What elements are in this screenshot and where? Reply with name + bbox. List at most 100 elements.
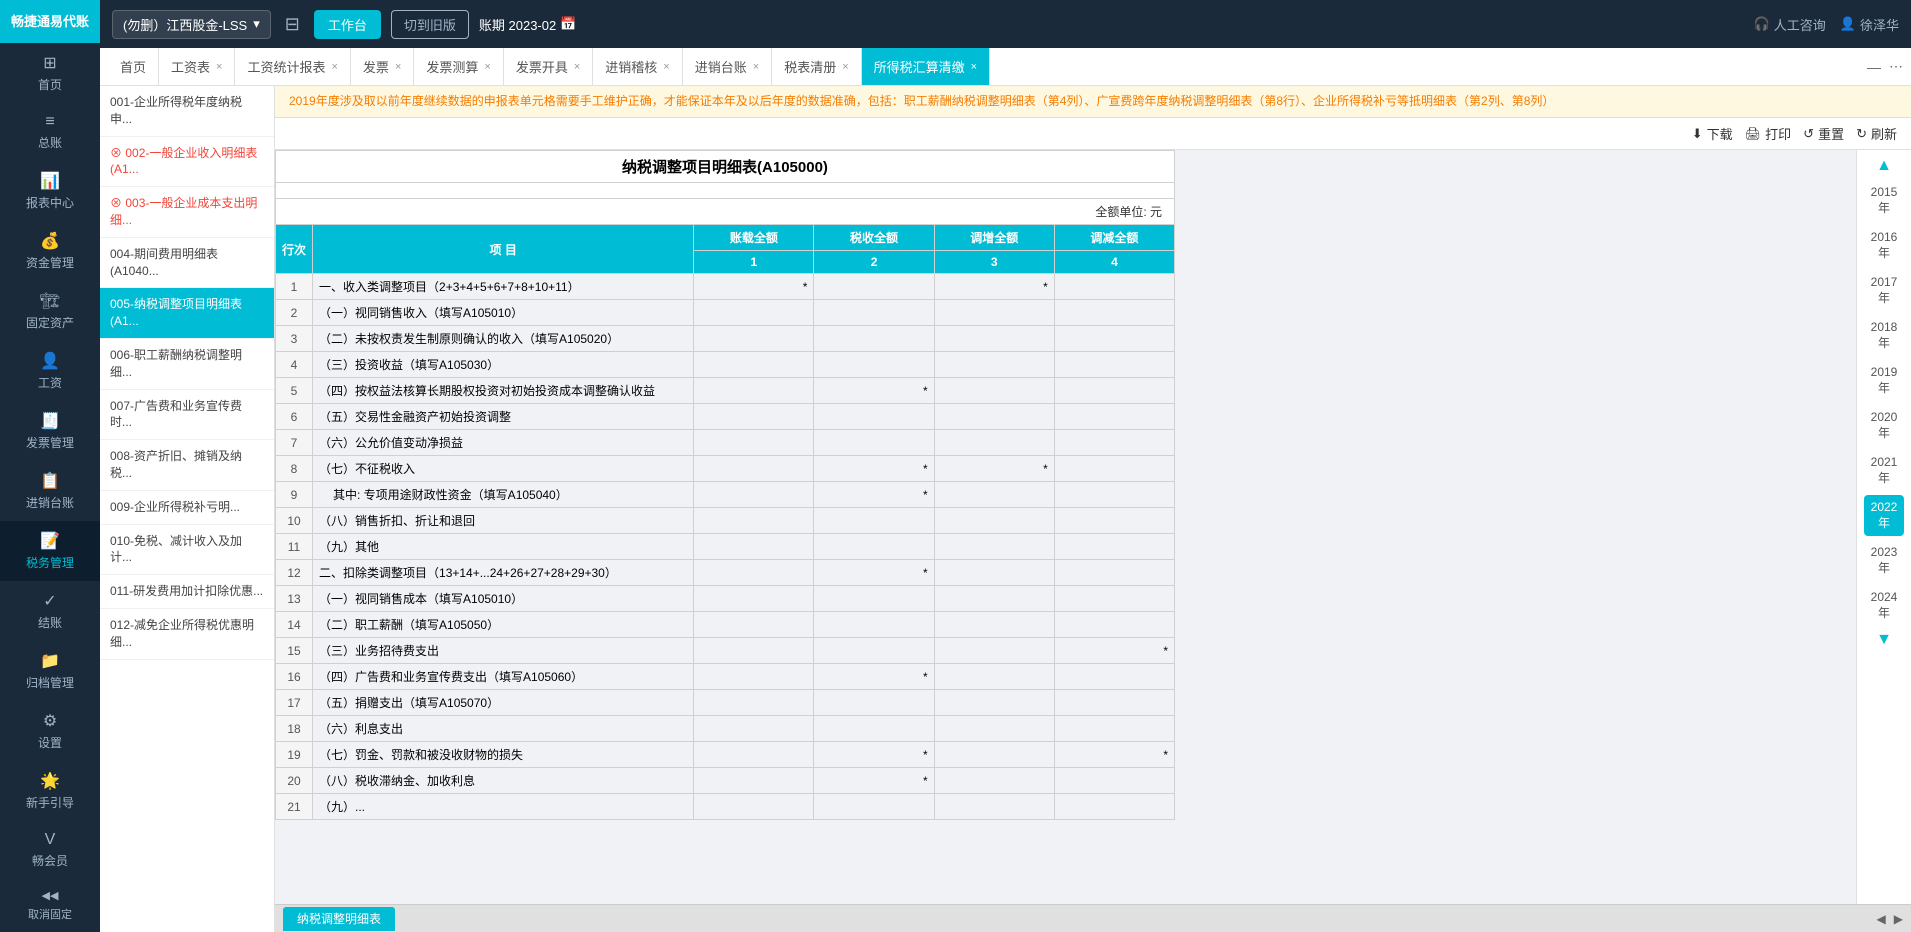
- sidebar-item-close[interactable]: ✓ 结账: [0, 581, 100, 641]
- tab-tax-list-close[interactable]: ×: [842, 61, 848, 73]
- period-label: 账期 2023-02: [479, 15, 556, 34]
- tab-invoice-issue-close[interactable]: ×: [574, 61, 580, 73]
- sidebar-item-invoices[interactable]: 🧾 发票管理: [0, 401, 100, 461]
- year-2023[interactable]: 2023年: [1864, 540, 1904, 581]
- tab-payroll-stats[interactable]: 工资统计报表 ×: [235, 48, 350, 86]
- tab-check-label: 进销稽核: [605, 57, 657, 76]
- col4-header: 调减全额: [1054, 225, 1174, 251]
- company-selector[interactable]: (勿删）江西股金-LSS ▾: [112, 10, 271, 39]
- sidebar-item-settings[interactable]: ⚙ 设置: [0, 701, 100, 761]
- spreadsheet-main[interactable]: 纳税调整项目明细表(A105000) 全额单位: 元 行次: [275, 150, 1856, 904]
- year-2017[interactable]: 2017年: [1864, 270, 1904, 311]
- tab-invoice-calc-close[interactable]: ×: [484, 61, 490, 73]
- sidebar-item-archive[interactable]: 📁 归档管理: [0, 641, 100, 701]
- year-2021[interactable]: 2021年: [1864, 450, 1904, 491]
- support-button[interactable]: 🎧 人工咨询: [1754, 15, 1826, 34]
- year-2019[interactable]: 2019年: [1864, 360, 1904, 401]
- left-panel-item-002[interactable]: ⊗ 002-一般企业收入明细表(A1...: [100, 137, 274, 188]
- col-row-header: 行次: [276, 225, 313, 274]
- print-icon: 🖨: [1745, 126, 1762, 142]
- year-up-button[interactable]: ▲: [1876, 154, 1892, 178]
- col2-header: 税收全额: [814, 225, 934, 251]
- left-panel-item-010[interactable]: 010-免税、减计收入及加计...: [100, 525, 274, 576]
- topbar-right: 🎧 人工咨询 👤 徐泽华: [1754, 15, 1899, 34]
- left-panel-item-012[interactable]: 012-减免企业所得税优惠明细...: [100, 609, 274, 660]
- warning-text: 2019年度涉及取以前年度继续数据的申报表单元格需要手工维护正确，才能保证本年及…: [289, 94, 1554, 108]
- tab-ledger[interactable]: 进销台账 ×: [683, 48, 772, 86]
- sidebar-item-purchase-sales[interactable]: 📋 进销台账: [0, 461, 100, 521]
- left-panel-item-003[interactable]: ⊗ 003-一般企业成本支出明细...: [100, 187, 274, 238]
- tab-ledger-label: 进销台账: [695, 57, 747, 76]
- scroll-right-icon[interactable]: ▶: [1894, 912, 1903, 926]
- sidebar-item-payroll[interactable]: 👤 工资: [0, 341, 100, 401]
- tab-invoice-issue-label: 发票开具: [516, 57, 568, 76]
- left-panel-item-011[interactable]: 011-研发费用加计扣除优惠...: [100, 575, 274, 609]
- left-panel-item-008[interactable]: 008-资产折旧、摊销及纳税...: [100, 440, 274, 491]
- tab-invoice-issue[interactable]: 发票开具 ×: [504, 48, 593, 86]
- sidebar-item-general-ledger[interactable]: ≡ 总账: [0, 103, 100, 161]
- bottom-tab-adjustment[interactable]: 纳税调整明细表: [283, 907, 395, 931]
- sheet-title: 纳税调整项目明细表(A105000): [276, 151, 1175, 183]
- reset-button[interactable]: ↺ 重置: [1803, 124, 1844, 143]
- sidebar-item-fixed-assets[interactable]: 🏗 固定资产: [0, 281, 100, 341]
- tab-payroll-stats-close[interactable]: ×: [331, 61, 337, 73]
- tab-ledger-close[interactable]: ×: [753, 61, 759, 73]
- year-2024[interactable]: 2024年: [1864, 585, 1904, 626]
- tab-more-icon[interactable]: ⋯: [1889, 58, 1903, 75]
- left-panel-item-006[interactable]: 006-职工薪酬纳税调整明细...: [100, 339, 274, 390]
- year-2018[interactable]: 2018年: [1864, 315, 1904, 356]
- tab-invoice-close[interactable]: ×: [395, 61, 401, 73]
- user-menu[interactable]: 👤 徐泽华: [1840, 15, 1899, 34]
- year-2015[interactable]: 2015年: [1864, 180, 1904, 221]
- sidebar-item-guide[interactable]: 🌟 新手引导: [0, 761, 100, 821]
- tab-invoice[interactable]: 发票 ×: [351, 48, 414, 86]
- refresh-button[interactable]: ↻ 刷新: [1856, 124, 1897, 143]
- tab-payroll[interactable]: 工资表 ×: [159, 48, 235, 86]
- table-row: 11 （九）其他: [276, 534, 1175, 560]
- tab-payroll-close[interactable]: ×: [216, 61, 222, 73]
- tab-minimize-icon[interactable]: —: [1867, 59, 1881, 75]
- left-panel-item-004[interactable]: 004-期间费用明细表(A1040...: [100, 238, 274, 289]
- table-row: 3 （二）未按权责发生制原则确认的收入（填写A105020）: [276, 326, 1175, 352]
- tab-tax-list[interactable]: 税表清册 ×: [772, 48, 861, 86]
- ledger-icon: ≡: [45, 113, 54, 131]
- table-row: 21 （九）...: [276, 794, 1175, 820]
- left-panel-item-005[interactable]: 005-纳税调整项目明细表(A1...: [100, 288, 274, 339]
- sidebar-unpin-button[interactable]: ◀◀ 取消固定: [0, 879, 100, 932]
- sidebar-item-tax[interactable]: 📝 税务管理: [0, 521, 100, 581]
- tab-home[interactable]: 首页: [108, 48, 159, 86]
- print-button[interactable]: 🖨 打印: [1745, 124, 1792, 143]
- col3-header: 调增全额: [934, 225, 1054, 251]
- left-panel-item-009[interactable]: 009-企业所得税补亏明...: [100, 491, 274, 525]
- sidebar-item-member[interactable]: V 畅会员: [0, 821, 100, 879]
- left-panel-item-007[interactable]: 007-广告费和业务宣传费时...: [100, 390, 274, 441]
- guide-icon: 🌟: [40, 771, 60, 791]
- switch-old-button[interactable]: 切到旧版: [391, 10, 469, 39]
- tab-tax-settlement-close[interactable]: ×: [971, 61, 977, 73]
- tab-payroll-label: 工资表: [171, 57, 210, 76]
- col-item-header: 项 目: [313, 225, 694, 274]
- sidebar-item-home[interactable]: ⊞ 首页: [0, 43, 100, 103]
- table-unit-row: 全额单位: 元: [276, 199, 1175, 225]
- table-row: 7 （六）公允价值变动净损益: [276, 430, 1175, 456]
- reset-icon: ↺: [1803, 126, 1814, 142]
- tab-tax-settlement[interactable]: 所得税汇算清缴 ×: [862, 48, 990, 86]
- workbench-button[interactable]: 工作台: [314, 10, 381, 39]
- tab-check-close[interactable]: ×: [663, 61, 669, 73]
- year-2022[interactable]: 2022年: [1864, 495, 1904, 536]
- tax-icon: 📝: [40, 531, 60, 551]
- tab-check[interactable]: 进销稽核 ×: [593, 48, 682, 86]
- sidebar-item-reports[interactable]: 📊 报表中心: [0, 161, 100, 221]
- table-row: 13 （一）视同销售成本（填写A105010）: [276, 586, 1175, 612]
- download-button[interactable]: ⬇ 下载: [1692, 124, 1733, 143]
- tab-invoice-calc[interactable]: 发票测算 ×: [414, 48, 503, 86]
- scroll-left-icon[interactable]: ◀: [1877, 912, 1886, 926]
- sidebar-item-finance[interactable]: 💰 资金管理: [0, 221, 100, 281]
- col3-num: 3: [934, 251, 1054, 274]
- company-settings-icon[interactable]: ⊟: [281, 10, 304, 39]
- year-2020[interactable]: 2020年: [1864, 405, 1904, 446]
- left-panel-item-001[interactable]: 001-企业所得税年度纳税申...: [100, 86, 274, 137]
- year-down-button[interactable]: ▼: [1876, 628, 1892, 652]
- table-row: 16 （四）广告费和业务宣传费支出（填写A105060） *: [276, 664, 1175, 690]
- year-2016[interactable]: 2016年: [1864, 225, 1904, 266]
